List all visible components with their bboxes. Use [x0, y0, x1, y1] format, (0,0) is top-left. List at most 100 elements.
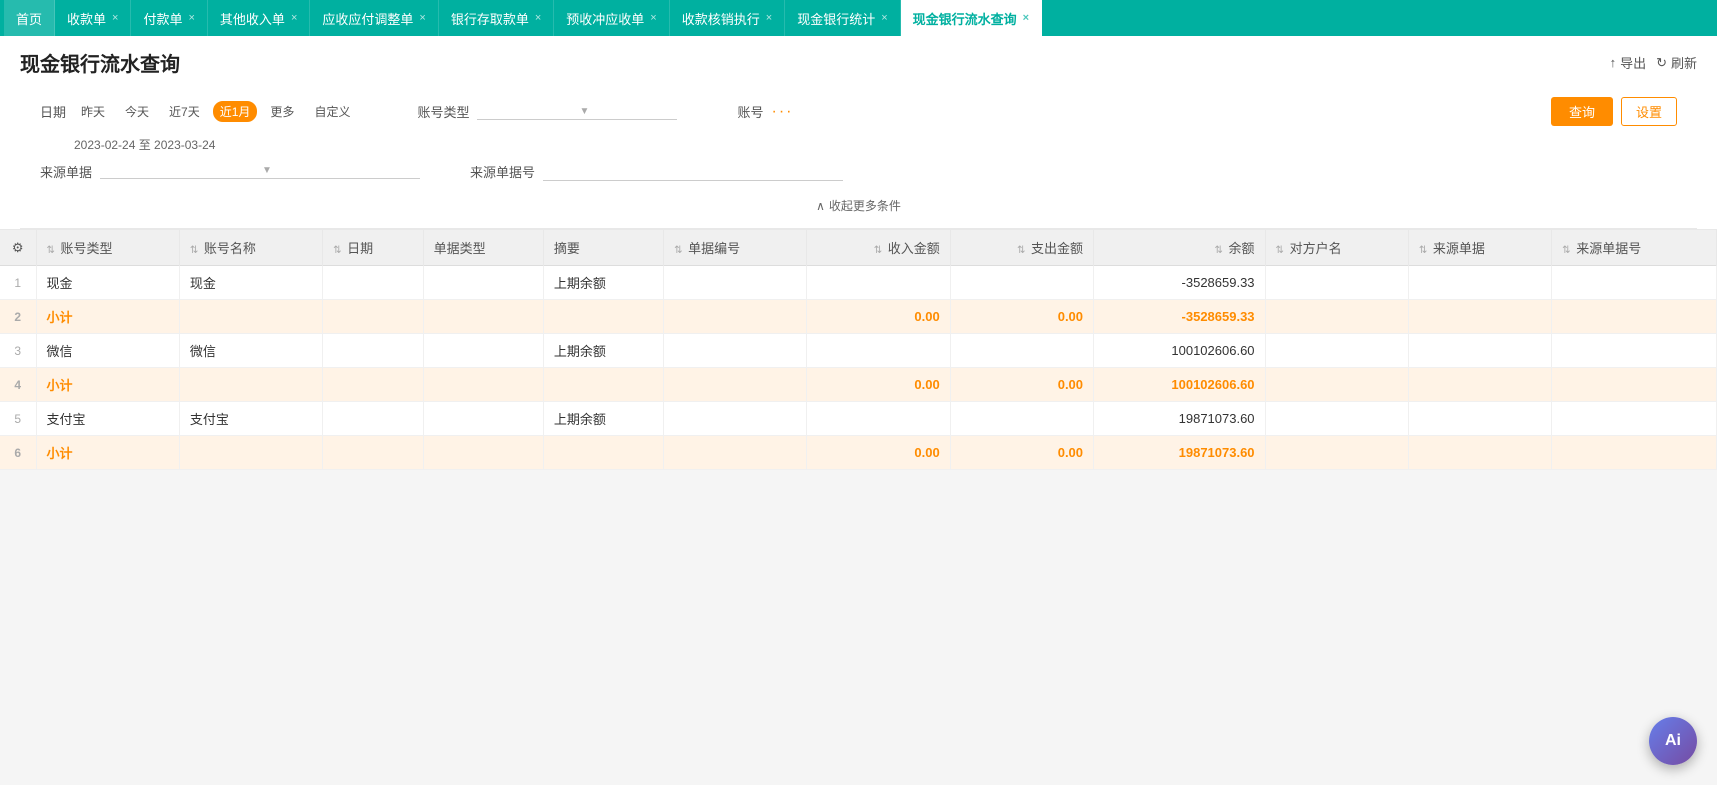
nav-tab-verify[interactable]: 收款核销执行 × — [670, 0, 785, 36]
stat-tab-close[interactable]: × — [881, 12, 887, 24]
source-doc-num-input[interactable] — [543, 161, 843, 181]
col-source-doc-num-label: 来源单据号 — [1576, 241, 1641, 256]
cell-date — [323, 436, 424, 470]
bank-deposit-tab-label: 银行存取款单 — [451, 9, 529, 28]
account-dots-button[interactable]: ··· — [771, 103, 793, 121]
nav-tab-prepay[interactable]: 预收冲应收单 × — [554, 0, 669, 36]
cell-date — [323, 334, 424, 368]
other-income-tab-label: 其他收入单 — [220, 9, 285, 28]
nav-tab-flow[interactable]: 现金银行流水查询 × — [901, 0, 1042, 36]
payment-tab-label: 付款单 — [143, 9, 182, 28]
cell-balance: -3528659.33 — [1094, 300, 1266, 334]
export-icon: ↑ — [1610, 55, 1617, 70]
col-account-type[interactable]: ⇅ 账号类型 — [36, 230, 179, 266]
source-doc-select[interactable]: ▼ — [100, 163, 420, 179]
nav-tab-bank-deposit[interactable]: 银行存取款单 × — [439, 0, 554, 36]
source-doc-arrow-icon: ▼ — [262, 165, 416, 176]
page-title-row: 现金银行流水查询 ↑ 导出 ↻ 刷新 — [20, 48, 1697, 77]
refresh-button[interactable]: ↻ 刷新 — [1656, 53, 1697, 72]
export-label: 导出 — [1620, 53, 1646, 72]
cell-account_type: 现金 — [36, 266, 179, 300]
query-button[interactable]: 查询 — [1551, 97, 1613, 126]
cell-counterpart — [1265, 334, 1408, 368]
date-btn-custom[interactable]: 自定义 — [307, 101, 357, 122]
col-source-doc-num[interactable]: ⇅ 来源单据号 — [1552, 230, 1717, 266]
cell-rownum: 6 — [0, 436, 36, 470]
cell-counterpart — [1265, 436, 1408, 470]
cell-income — [807, 266, 950, 300]
date-btn-more[interactable]: 更多 — [263, 101, 301, 122]
col-counterpart[interactable]: ⇅ 对方户名 — [1265, 230, 1408, 266]
col-settings[interactable]: ⚙ — [0, 230, 36, 266]
account-type-arrow-icon: ▼ — [579, 106, 673, 117]
filter-row-2: 来源单据 ▼ 来源单据号 — [40, 161, 1677, 181]
table-row[interactable]: 5支付宝支付宝上期余额19871073.60 — [0, 402, 1717, 436]
prepay-tab-close[interactable]: × — [650, 12, 656, 24]
date-shortcuts: 昨天 今天 近7天 近1月 更多 自定义 — [74, 101, 357, 122]
nav-tab-receipt[interactable]: 收款单 × — [55, 0, 131, 36]
date-btn-7days[interactable]: 近7天 — [162, 101, 207, 122]
col-balance[interactable]: ⇅ 余额 — [1094, 230, 1266, 266]
setting-button[interactable]: 设置 — [1621, 97, 1677, 126]
date-btn-today[interactable]: 今天 — [118, 101, 156, 122]
nav-tab-other-income[interactable]: 其他收入单 × — [208, 0, 310, 36]
ai-badge[interactable]: Ai — [1649, 717, 1697, 765]
nav-tab-ar-ap[interactable]: 应收应付调整单 × — [310, 0, 438, 36]
sort-icon-account-type: ⇅ — [47, 245, 55, 256]
bank-deposit-tab-close[interactable]: × — [535, 12, 541, 24]
table-header-row: ⚙ ⇅ 账号类型 ⇅ 账号名称 ⇅ 日期 单据类型 摘要 — [0, 230, 1717, 266]
col-income[interactable]: ⇅ 收入金额 — [807, 230, 950, 266]
cell-source_doc — [1408, 368, 1551, 402]
cell-summary — [543, 436, 663, 470]
cell-balance: 19871073.60 — [1094, 436, 1266, 470]
collapse-bar[interactable]: ∧ 收起更多条件 — [40, 191, 1677, 218]
cell-doc_type — [423, 368, 543, 402]
col-counterpart-label: 对方户名 — [1290, 241, 1342, 256]
sort-icon-source-doc-num: ⇅ — [1562, 245, 1570, 256]
account-type-select[interactable]: ▼ — [477, 104, 677, 120]
date-btn-yesterday[interactable]: 昨天 — [74, 101, 112, 122]
col-expense-label: 支出金额 — [1031, 241, 1083, 256]
col-income-label: 收入金额 — [888, 241, 940, 256]
nav-tab-stat[interactable]: 现金银行统计 × — [785, 0, 900, 36]
table-row[interactable]: 4小计0.000.00100102606.60 — [0, 368, 1717, 402]
receipt-tab-close[interactable]: × — [112, 12, 118, 24]
cell-account_name — [179, 300, 322, 334]
col-doc-num[interactable]: ⇅ 单据编号 — [664, 230, 807, 266]
date-btn-1month[interactable]: 近1月 — [213, 101, 258, 122]
cell-source_doc_num — [1552, 402, 1717, 436]
cell-summary: 上期余额 — [543, 266, 663, 300]
cell-date — [323, 402, 424, 436]
col-balance-label: 余额 — [1229, 241, 1255, 256]
verify-tab-label: 收款核销执行 — [682, 9, 760, 28]
table-row[interactable]: 6小计0.000.0019871073.60 — [0, 436, 1717, 470]
col-expense[interactable]: ⇅ 支出金额 — [950, 230, 1093, 266]
cell-expense: 0.00 — [950, 368, 1093, 402]
cell-income: 0.00 — [807, 300, 950, 334]
other-income-tab-close[interactable]: × — [291, 12, 297, 24]
nav-tab-home[interactable]: 首页 — [4, 0, 55, 36]
table-wrap: ⚙ ⇅ 账号类型 ⇅ 账号名称 ⇅ 日期 单据类型 摘要 — [0, 230, 1717, 470]
export-button[interactable]: ↑ 导出 — [1610, 53, 1647, 72]
table-row[interactable]: 1现金现金上期余额-3528659.33 — [0, 266, 1717, 300]
ar-ap-tab-label: 应收应付调整单 — [322, 9, 413, 28]
cell-summary — [543, 368, 663, 402]
col-account-name-label: 账号名称 — [204, 241, 256, 256]
nav-tab-payment[interactable]: 付款单 × — [131, 0, 207, 36]
cell-doc_num — [664, 368, 807, 402]
col-source-doc[interactable]: ⇅ 来源单据 — [1408, 230, 1551, 266]
cell-date — [323, 368, 424, 402]
ar-ap-tab-close[interactable]: × — [419, 12, 425, 24]
table-row[interactable]: 2小计0.000.00-3528659.33 — [0, 300, 1717, 334]
col-date[interactable]: ⇅ 日期 — [323, 230, 424, 266]
col-account-name[interactable]: ⇅ 账号名称 — [179, 230, 322, 266]
col-summary: 摘要 — [543, 230, 663, 266]
table-row[interactable]: 3微信微信上期余额100102606.60 — [0, 334, 1717, 368]
verify-tab-close[interactable]: × — [766, 12, 772, 24]
flow-tab-close[interactable]: × — [1023, 12, 1029, 24]
header-actions: ↑ 导出 ↻ 刷新 — [1610, 53, 1697, 72]
cell-doc_num — [664, 402, 807, 436]
source-doc-num-label: 来源单据号 — [470, 162, 535, 181]
cell-rownum: 5 — [0, 402, 36, 436]
payment-tab-close[interactable]: × — [188, 12, 194, 24]
